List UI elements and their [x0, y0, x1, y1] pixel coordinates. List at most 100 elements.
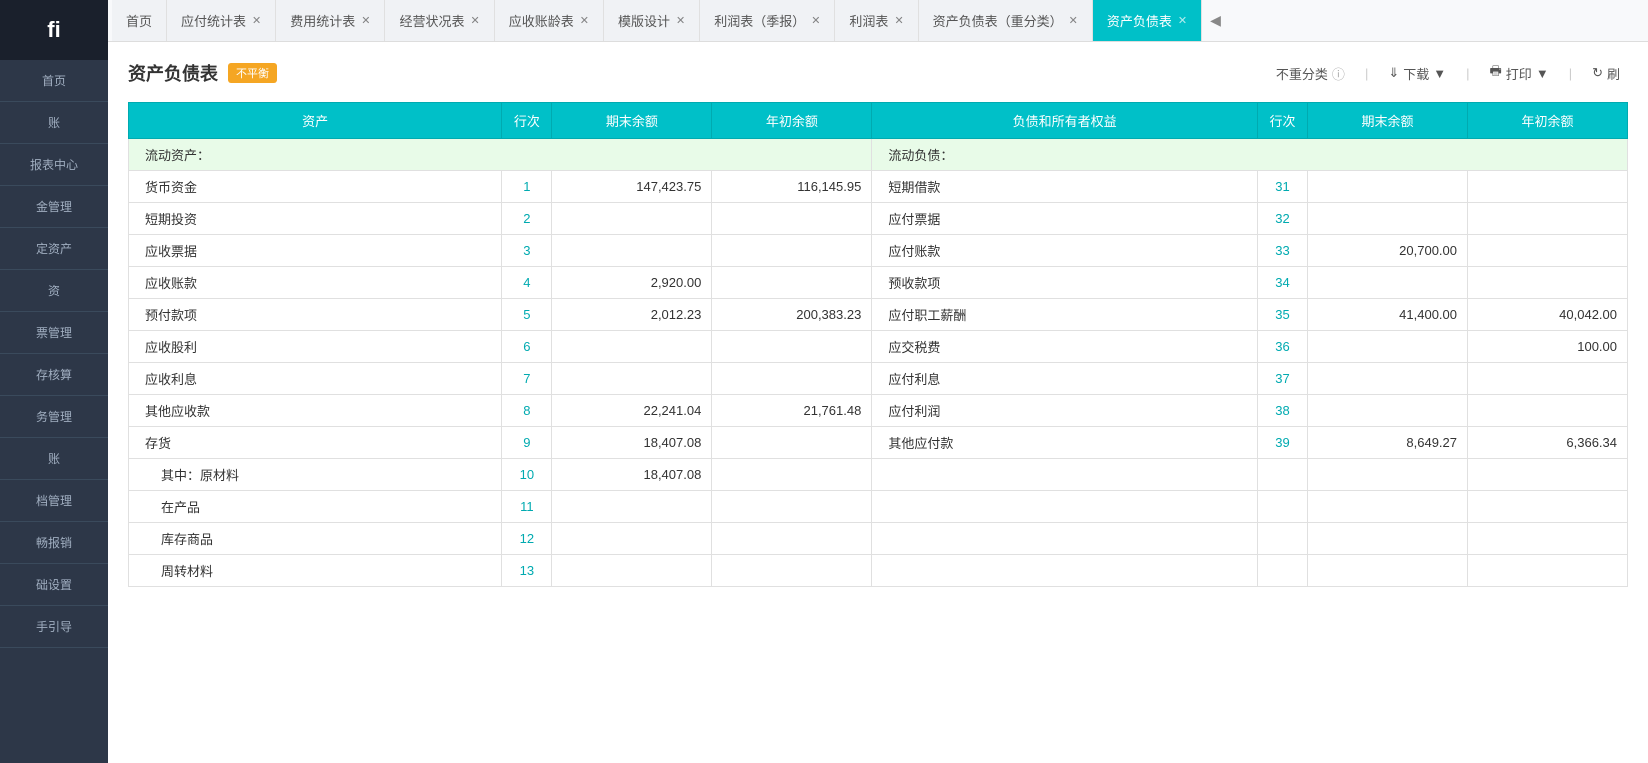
left-end-balance: 18,407.08	[552, 459, 712, 491]
table-row[interactable]: 存货 9 18,407.08 其他应付款 39 8,649.27 6,366.3…	[129, 427, 1628, 459]
left-end-balance	[552, 235, 712, 267]
sidebar-item-account[interactable]: 账	[0, 102, 108, 144]
table-row[interactable]: 应收票据 3 应付账款 33 20,700.00	[129, 235, 1628, 267]
sidebar-item-fund-management[interactable]: 金管理	[0, 186, 108, 228]
sidebar-item-invoice[interactable]: 票管理	[0, 312, 108, 354]
left-begin-balance: 116,145.95	[712, 171, 872, 203]
sidebar-item-tax[interactable]: 务管理	[0, 396, 108, 438]
tab-close-icon[interactable]: ✕	[252, 14, 261, 27]
right-row-num	[1258, 523, 1308, 555]
sidebar-item-ledger[interactable]: 账	[0, 438, 108, 480]
right-begin-balance	[1468, 267, 1628, 299]
section-label-current-liabilities: 流动负债：	[872, 139, 1628, 171]
right-end-balance	[1308, 331, 1468, 363]
right-row-num	[1258, 459, 1308, 491]
page-title: 资产负债表	[128, 60, 218, 86]
left-end-balance	[552, 203, 712, 235]
sidebar-item-asset[interactable]: 资	[0, 270, 108, 312]
sidebar-item-guide[interactable]: 手引导	[0, 606, 108, 648]
left-end-balance: 2,920.00	[552, 267, 712, 299]
table-row[interactable]: 在产品 11	[129, 491, 1628, 523]
table-row[interactable]: 货币资金 1 147,423.75 116,145.95 短期借款 31	[129, 171, 1628, 203]
left-row-num: 13	[502, 555, 552, 587]
right-item	[872, 523, 1258, 555]
tab-template-design[interactable]: 模版设计 ✕	[604, 0, 700, 42]
right-row-num: 36	[1258, 331, 1308, 363]
left-end-balance	[552, 363, 712, 395]
right-begin-balance	[1468, 555, 1628, 587]
sidebar-item-inventory[interactable]: 存核算	[0, 354, 108, 396]
left-row-num: 8	[502, 395, 552, 427]
tab-payable-stats[interactable]: 应付统计表 ✕	[167, 0, 276, 42]
right-end-balance: 20,700.00	[1308, 235, 1468, 267]
sidebar-item-fixed-assets[interactable]: 定资产	[0, 228, 108, 270]
refresh-btn[interactable]: ↻ 刷	[1584, 60, 1628, 87]
tab-close-icon[interactable]: ✕	[1178, 14, 1187, 27]
right-begin-balance	[1468, 459, 1628, 491]
table-row[interactable]: 库存商品 12	[129, 523, 1628, 555]
left-item: 预付款项	[129, 299, 502, 331]
table-row[interactable]: 应收利息 7 应付利息 37	[129, 363, 1628, 395]
page-title-area: 资产负债表 不平衡	[128, 60, 277, 86]
sidebar-item-home[interactable]: 首页	[0, 60, 108, 102]
left-item: 在产品	[129, 491, 502, 523]
right-row-num: 38	[1258, 395, 1308, 427]
left-item: 其他应收款	[129, 395, 502, 427]
print-btn[interactable]: 🖶 打印 ▼	[1482, 58, 1557, 88]
tab-close-icon[interactable]: ✕	[676, 14, 685, 27]
tab-expense-stats[interactable]: 费用统计表 ✕	[276, 0, 385, 42]
sidebar-item-report-center[interactable]: 报表中心	[0, 144, 108, 186]
table-row[interactable]: 预付款项 5 2,012.23 200,383.23 应付职工薪酬 35 41,…	[129, 299, 1628, 331]
download-btn[interactable]: ⇓ 下载 ▼	[1380, 60, 1454, 87]
section-label-current-assets: 流动资产：	[129, 139, 872, 171]
left-row-num: 12	[502, 523, 552, 555]
table-row[interactable]: 应收股利 6 应交税费 36 100.00	[129, 331, 1628, 363]
tab-balance-sheet[interactable]: 资产负债表 ✕	[1093, 0, 1202, 42]
col-asset: 资产	[129, 103, 502, 139]
download-icon: ⇓	[1388, 65, 1399, 81]
sidebar-item-expense[interactable]: 畅报销	[0, 522, 108, 564]
tab-profit-quarterly[interactable]: 利润表（季报） ✕	[700, 0, 835, 42]
tab-close-icon[interactable]: ✕	[471, 14, 480, 27]
sidebar-item-archive[interactable]: 档管理	[0, 480, 108, 522]
page-actions: 不重分类 ⓘ | ⇓ 下载 ▼ | 🖶 打印 ▼ | ↻ 刷	[1268, 58, 1628, 88]
tab-close-icon[interactable]: ✕	[1069, 14, 1078, 27]
left-begin-balance	[712, 267, 872, 299]
right-begin-balance	[1468, 491, 1628, 523]
col-liability: 负债和所有者权益	[872, 103, 1258, 139]
tab-scroll-right-icon[interactable]: ◀	[1202, 0, 1229, 42]
right-end-balance	[1308, 491, 1468, 523]
tab-close-icon[interactable]: ✕	[811, 14, 820, 27]
left-item: 短期投资	[129, 203, 502, 235]
left-item: 应收票据	[129, 235, 502, 267]
col-end-balance-left: 期末余额	[552, 103, 712, 139]
right-end-balance	[1308, 363, 1468, 395]
table-row[interactable]: 周转材料 13	[129, 555, 1628, 587]
right-row-num: 39	[1258, 427, 1308, 459]
sidebar-item-settings[interactable]: 础设置	[0, 564, 108, 606]
question-icon: ⓘ	[1332, 64, 1345, 83]
left-item: 其中：原材料	[129, 459, 502, 491]
left-row-num: 5	[502, 299, 552, 331]
right-item: 应付利息	[872, 363, 1258, 395]
tab-close-icon[interactable]: ✕	[894, 14, 903, 27]
no-reclassify-btn[interactable]: 不重分类 ⓘ	[1268, 60, 1353, 87]
tab-home[interactable]: 首页	[112, 0, 167, 42]
unbalanced-badge: 不平衡	[228, 63, 277, 83]
tab-operations[interactable]: 经营状况表 ✕	[385, 0, 494, 42]
chevron-down-icon: ▼	[1536, 66, 1549, 81]
table-row[interactable]: 短期投资 2 应付票据 32	[129, 203, 1628, 235]
tab-balance-reclassify[interactable]: 资产负债表（重分类） ✕	[919, 0, 1093, 42]
left-row-num: 6	[502, 331, 552, 363]
table-row[interactable]: 应收账款 4 2,920.00 预收款项 34	[129, 267, 1628, 299]
tab-receivable-aging[interactable]: 应收账龄表 ✕	[495, 0, 604, 42]
left-begin-balance	[712, 363, 872, 395]
right-end-balance	[1308, 459, 1468, 491]
tab-close-icon[interactable]: ✕	[361, 14, 370, 27]
table-row[interactable]: 其中：原材料 10 18,407.08	[129, 459, 1628, 491]
left-row-num: 9	[502, 427, 552, 459]
table-row[interactable]: 其他应收款 8 22,241.04 21,761.48 应付利润 38	[129, 395, 1628, 427]
tab-close-icon[interactable]: ✕	[580, 14, 589, 27]
tab-profit[interactable]: 利润表 ✕	[835, 0, 918, 42]
left-begin-balance	[712, 203, 872, 235]
